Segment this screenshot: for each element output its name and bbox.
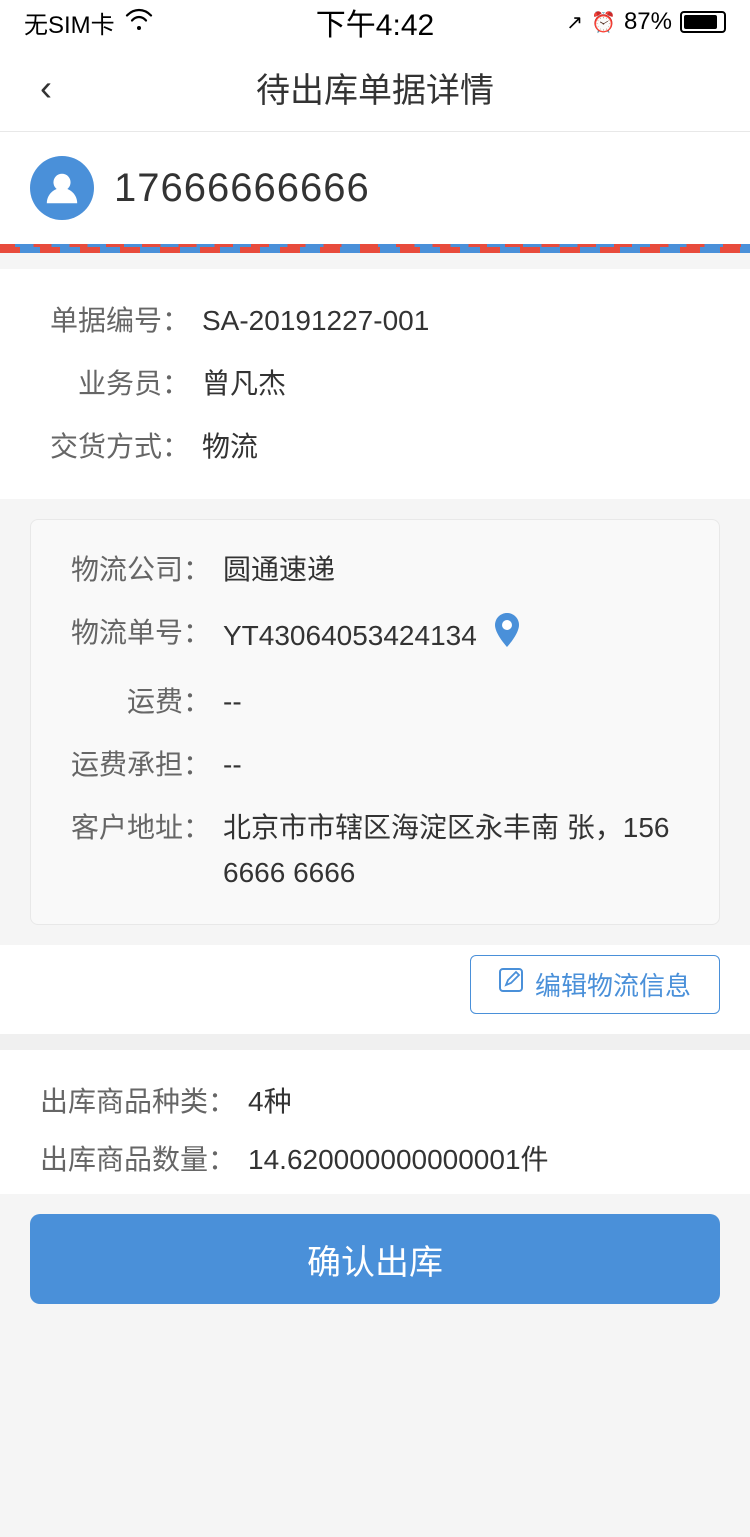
logistics-card: 物流公司： 圆通速递 物流单号： YT43064053424134 运费： --… xyxy=(30,519,720,924)
nav-bar: ‹ 待出库单据详情 xyxy=(0,44,750,132)
salesman-row: 业务员： 曾凡杰 xyxy=(40,362,710,407)
logistics-company-value: 圆通速递 xyxy=(223,548,689,593)
back-button[interactable]: ‹ xyxy=(30,57,62,119)
logistics-tracking-value: YT43064053424134 xyxy=(223,611,689,662)
battery-percent: 87% xyxy=(624,8,672,36)
logistics-address-value: 北京市市辖区海淀区永丰南 张，156 6666 6666 xyxy=(223,806,689,896)
order-no-row: 单据编号： SA-20191227-001 xyxy=(40,299,710,344)
goods-quantity-value: 14.620000000000001件 xyxy=(248,1138,549,1178)
status-time: 下午4:42 xyxy=(316,0,434,44)
page-title: 待出库单据详情 xyxy=(256,63,494,112)
customer-header: 17666666666 xyxy=(0,132,750,247)
goods-quantity-label: 出库商品数量： xyxy=(40,1138,236,1178)
goods-section: 出库商品种类： 4种 出库商品数量： 14.620000000000001件 xyxy=(0,1050,750,1208)
logistics-freight-row: 运费： -- xyxy=(61,680,689,725)
logistics-tracking-row: 物流单号： YT43064053424134 xyxy=(61,611,689,662)
section-divider xyxy=(0,1034,750,1050)
person-icon xyxy=(43,169,81,207)
logistics-tracking-label: 物流单号： xyxy=(61,611,211,656)
edit-logistics-label: 编辑物流信息 xyxy=(535,966,691,1003)
status-right: ↗ ⏰ 87% xyxy=(566,8,726,36)
logistics-company-row: 物流公司： 圆通速递 xyxy=(61,548,689,593)
confirm-label: 确认出库 xyxy=(307,1235,443,1284)
logistics-freight-label: 运费： xyxy=(61,680,211,725)
order-no-value: SA-20191227-001 xyxy=(202,299,710,344)
delivery-value: 物流 xyxy=(202,425,710,470)
wifi-icon xyxy=(125,8,153,36)
edit-logistics-button[interactable]: 编辑物流信息 xyxy=(470,955,720,1014)
status-left: 无SIM卡 xyxy=(24,5,153,40)
logistics-company-label: 物流公司： xyxy=(61,548,211,593)
delivery-label: 交货方式： xyxy=(40,425,190,470)
delivery-row: 交货方式： 物流 xyxy=(40,425,710,470)
dashed-divider xyxy=(0,247,750,253)
goods-types-row: 出库商品种类： 4种 xyxy=(40,1080,710,1120)
customer-phone: 17666666666 xyxy=(114,166,370,211)
confirm-button[interactable]: 确认出库 xyxy=(30,1214,720,1304)
logistics-freight-bearer-label: 运费承担： xyxy=(61,743,211,788)
goods-types-label: 出库商品种类： xyxy=(40,1080,236,1120)
logistics-address-label: 客户地址： xyxy=(61,806,211,851)
salesman-value: 曾凡杰 xyxy=(202,362,710,407)
confirm-btn-wrap: 确认出库 xyxy=(0,1194,750,1334)
carrier-label: 无SIM卡 xyxy=(24,5,115,40)
location-icon: ↗ xyxy=(566,10,583,35)
goods-types-value: 4种 xyxy=(248,1080,292,1120)
edit-icon xyxy=(499,968,525,1001)
edit-btn-row: 编辑物流信息 xyxy=(0,945,750,1034)
logistics-freight-bearer-row: 运费承担： -- xyxy=(61,743,689,788)
alarm-icon: ⏰ xyxy=(591,10,616,35)
status-bar: 无SIM卡 下午4:42 ↗ ⏰ 87% xyxy=(0,0,750,44)
battery-icon xyxy=(680,11,726,33)
goods-quantity-row: 出库商品数量： 14.620000000000001件 xyxy=(40,1138,710,1178)
avatar xyxy=(30,156,94,220)
logistics-freight-bearer-value: -- xyxy=(223,743,689,788)
salesman-label: 业务员： xyxy=(40,362,190,407)
logistics-address-row: 客户地址： 北京市市辖区海淀区永丰南 张，156 6666 6666 xyxy=(61,806,689,896)
order-no-label: 单据编号： xyxy=(40,299,190,344)
tracking-location-icon[interactable] xyxy=(491,611,523,662)
order-info-section: 单据编号： SA-20191227-001 业务员： 曾凡杰 交货方式： 物流 xyxy=(0,269,750,499)
logistics-freight-value: -- xyxy=(223,680,689,725)
